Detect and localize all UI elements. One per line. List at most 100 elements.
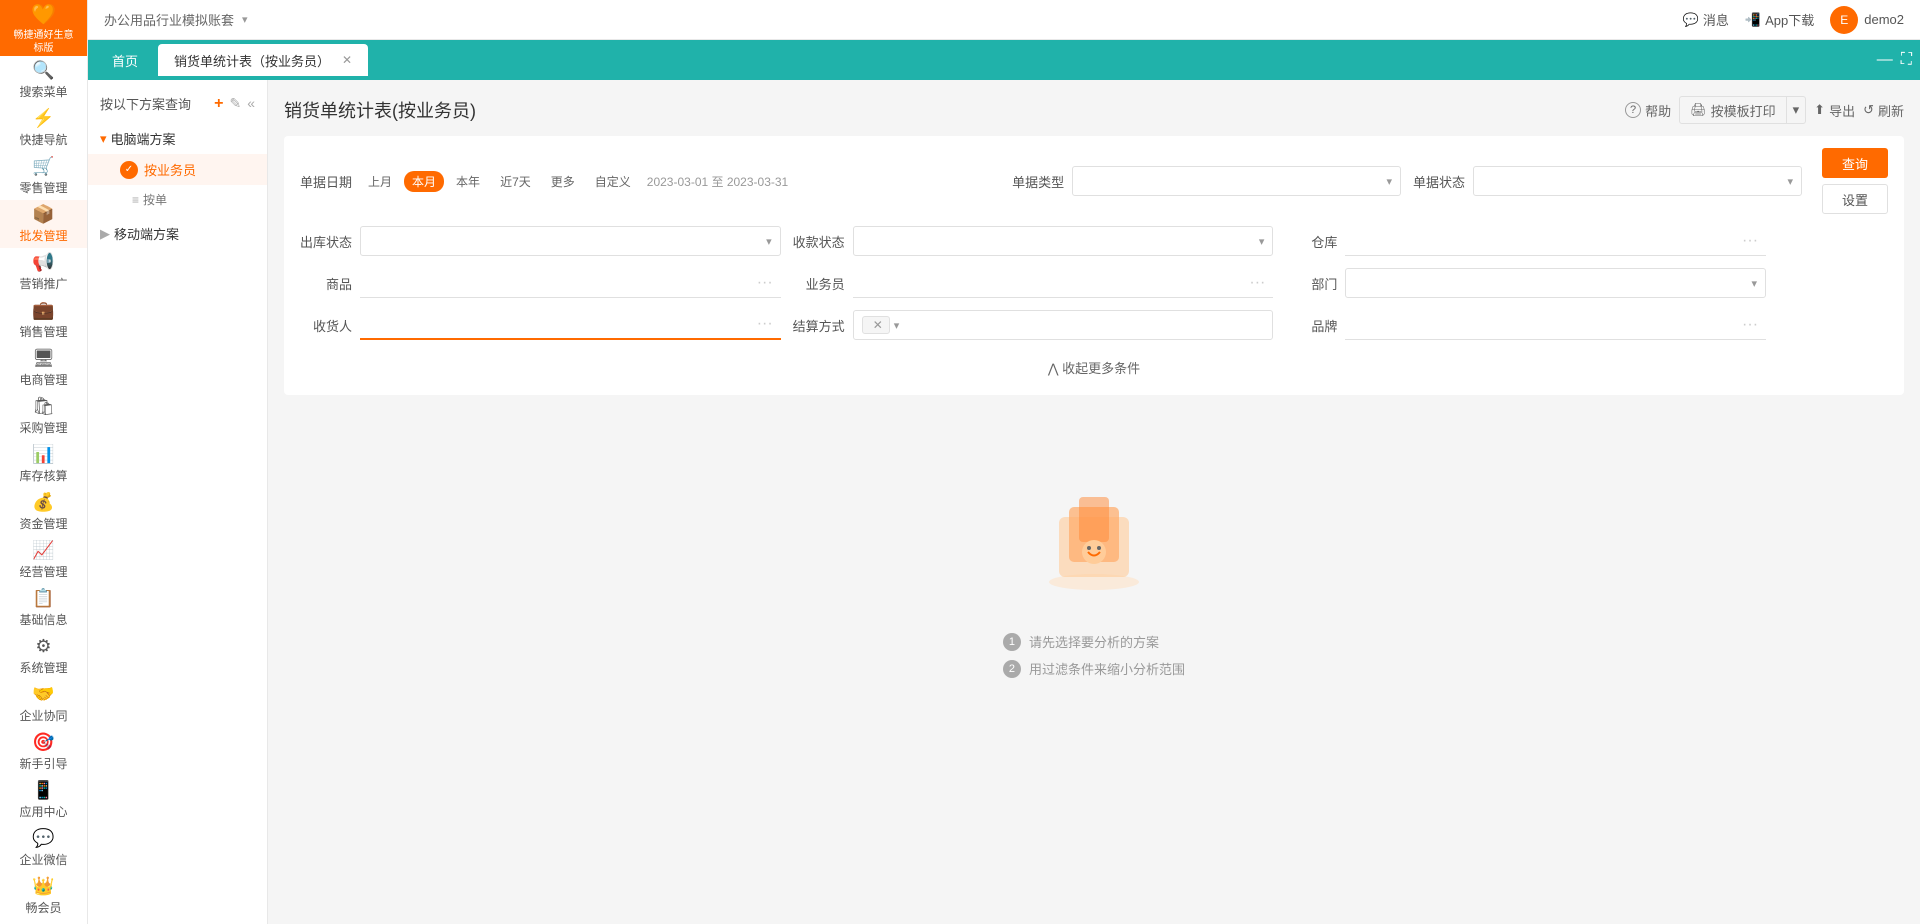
tab-home-label: 首页 [112,51,138,70]
filter-area: 单据日期 上月 本月 本年 近7天 更多 自定义 2023-03-01 至 20… [284,136,1904,395]
warehouse-input[interactable] [1353,233,1742,248]
query-btn[interactable]: 查询 [1822,148,1888,178]
refresh-btn[interactable]: ↺ 刷新 [1863,96,1904,124]
sidebar-item-inventory[interactable]: 📊 库存核算 [0,440,88,488]
sales-rep-dots[interactable]: ··· [1249,274,1265,292]
tab-minimize-icon[interactable]: — [1877,51,1893,69]
settlement-tag-remove[interactable]: ✕ [873,318,883,332]
template-print-label: 🖨 按模板打印 [1680,97,1787,123]
sidebar-item-retail[interactable]: 🛒 零售管理 [0,152,88,200]
sidebar-item-marketing[interactable]: 📢 营销推广 [0,248,88,296]
sidebar-item-sales[interactable]: 💼 销售管理 [0,296,88,344]
collapse-panel-btn[interactable]: « [247,95,255,113]
brand-input[interactable] [1353,317,1742,332]
app-center-icon: 📱 [32,780,54,801]
date-tag-this-month[interactable]: 本月 [404,171,444,192]
message-btn[interactable]: 💬 消息 [1683,10,1729,29]
out-status-select[interactable] [369,234,762,249]
sales-rep-input-wrap: ··· [853,268,1274,298]
tab-close-icon[interactable]: ✕ [342,53,352,67]
sidebar-item-ecom[interactable]: 🖥 电商管理 [0,344,88,392]
sidebar-item-wholesale[interactable]: 📦 批发管理 [0,200,88,248]
filter-dept-item: 部门 ▾ [1285,268,1766,298]
tab-maximize-icon[interactable]: ⛶ [1901,51,1912,69]
product-input[interactable] [368,275,757,290]
product-dots[interactable]: ··· [757,274,773,292]
sidebar-item-quick-nav[interactable]: ⚡ 快捷导航 [0,104,88,152]
date-tag-this-year[interactable]: 本年 [448,171,488,192]
sidebar-item-search-menu[interactable]: 🔍 搜索菜单 [0,56,88,104]
template-print-dropdown-icon[interactable]: ▾ [1787,97,1806,123]
left-panel-header-icons: + ✎ « [214,95,255,113]
dept-select[interactable] [1354,276,1747,291]
sidebar-item-basic-info[interactable]: 📋 基础信息 [0,584,88,632]
sales-rep-label: 业务员 [793,274,845,293]
tip-num-2: 2 [1003,660,1021,678]
sidebar-item-member[interactable]: 👑 畅会员 [0,872,88,920]
doc-status-select[interactable] [1482,174,1783,189]
tab-bar: 首页 销货单统计表（按业务员） ✕ — ⛶ [88,40,1920,80]
sales-icon: 💼 [32,300,54,321]
panel-group-mobile-title[interactable]: ▶ 移动端方案 [88,218,267,249]
sidebar-item-ops[interactable]: 📈 经营管理 [0,536,88,584]
warehouse-dots[interactable]: ··· [1742,232,1758,250]
add-scheme-btn[interactable]: + [214,95,223,113]
app-download-btn[interactable]: 📲 App下载 [1745,10,1814,29]
tab-sales-stat[interactable]: 销货单统计表（按业务员） ✕ [158,44,368,76]
basic-info-icon: 📋 [32,588,54,609]
search-menu-icon: 🔍 [32,60,54,81]
sidebar-item-new-guide[interactable]: 🎯 新手引导 [0,728,88,776]
sidebar-item-label: 搜索菜单 [19,83,67,100]
help-btn[interactable]: ? 帮助 [1625,96,1671,124]
setting-btn[interactable]: 设置 [1822,184,1888,214]
top-header: 办公用品行业模拟账套 ▾ 💬 消息 📲 App下载 E demo2 [88,0,1920,40]
panel-group-desktop-title[interactable]: ▾ 电脑端方案 [88,123,267,154]
sidebar-item-label: 经营管理 [19,563,67,580]
sidebar-item-app-center[interactable]: 📱 应用中心 [0,776,88,824]
dept-label: 部门 [1285,274,1337,293]
filter-brand-item: 品牌 ··· [1285,310,1766,340]
sidebar-item-enterprise-wechat[interactable]: 💬 企业微信 [0,824,88,872]
filter-row-4: 收货人 ··· 结算方式 ✕ ▾ [300,310,1888,340]
sidebar-item-purchase[interactable]: 🛍 采购管理 [0,392,88,440]
doc-type-label: 单据类型 [1012,172,1064,191]
doc-type-chevron: ▾ [1387,175,1393,188]
enterprise-icon: 🤝 [32,684,54,705]
sidebar-item-label: 应用中心 [19,803,67,820]
brand-label: 品牌 [1285,316,1337,335]
sales-rep-input[interactable] [861,275,1250,290]
tip-text-2: 用过滤条件来缩小分析范围 [1029,659,1185,678]
date-tag-7-days[interactable]: 近7天 [492,171,539,192]
sidebar-item-sys[interactable]: ⚙ 系统管理 [0,632,88,680]
settlement-tag: ✕ [862,316,890,334]
date-tag-more[interactable]: 更多 [543,171,583,192]
workspace-dropdown-icon[interactable]: ▾ [242,13,248,26]
user-menu-btn[interactable]: E demo2 [1830,6,1904,34]
filter-row-1: 单据日期 上月 本月 本年 近7天 更多 自定义 2023-03-01 至 20… [300,148,1888,214]
export-btn[interactable]: ⬆ 导出 [1814,96,1855,124]
date-tag-last-month[interactable]: 上月 [360,171,400,192]
sidebar-item-label: 销售管理 [19,323,67,340]
edit-scheme-btn[interactable]: ✎ [229,95,241,113]
panel-item-by-salesperson[interactable]: ✓ 按业务员 [88,154,267,185]
template-print-btn[interactable]: 🖨 按模板打印 ▾ [1679,96,1806,124]
member-icon: 👑 [32,876,54,897]
brand-dots[interactable]: ··· [1742,316,1758,334]
receiver-dots[interactable]: ··· [757,315,773,333]
receiver-input[interactable] [368,317,757,332]
active-scheme-icon: ✓ [120,161,138,179]
receipt-status-select[interactable] [862,234,1255,249]
export-label: 导出 [1829,101,1855,120]
panel-sub-item-label: 按单 [143,191,167,208]
doc-type-select[interactable] [1081,174,1382,189]
sidebar-item-enterprise[interactable]: 🤝 企业协同 [0,680,88,728]
filter-row-3: 商品 ··· 业务员 ··· 部门 [300,268,1888,298]
collapse-row[interactable]: ⋀ 收起更多条件 [300,352,1888,383]
tab-home[interactable]: 首页 [96,44,154,76]
panel-item-by-order[interactable]: ≡ 按单 [88,185,267,214]
tab-bar-actions: — ⛶ [1877,51,1912,69]
query-btns: 查询 设置 [1822,148,1888,214]
date-tag-custom[interactable]: 自定义 [587,171,639,192]
sub-item-icon: ≡ [132,193,139,207]
sidebar-item-finance[interactable]: 💰 资金管理 [0,488,88,536]
